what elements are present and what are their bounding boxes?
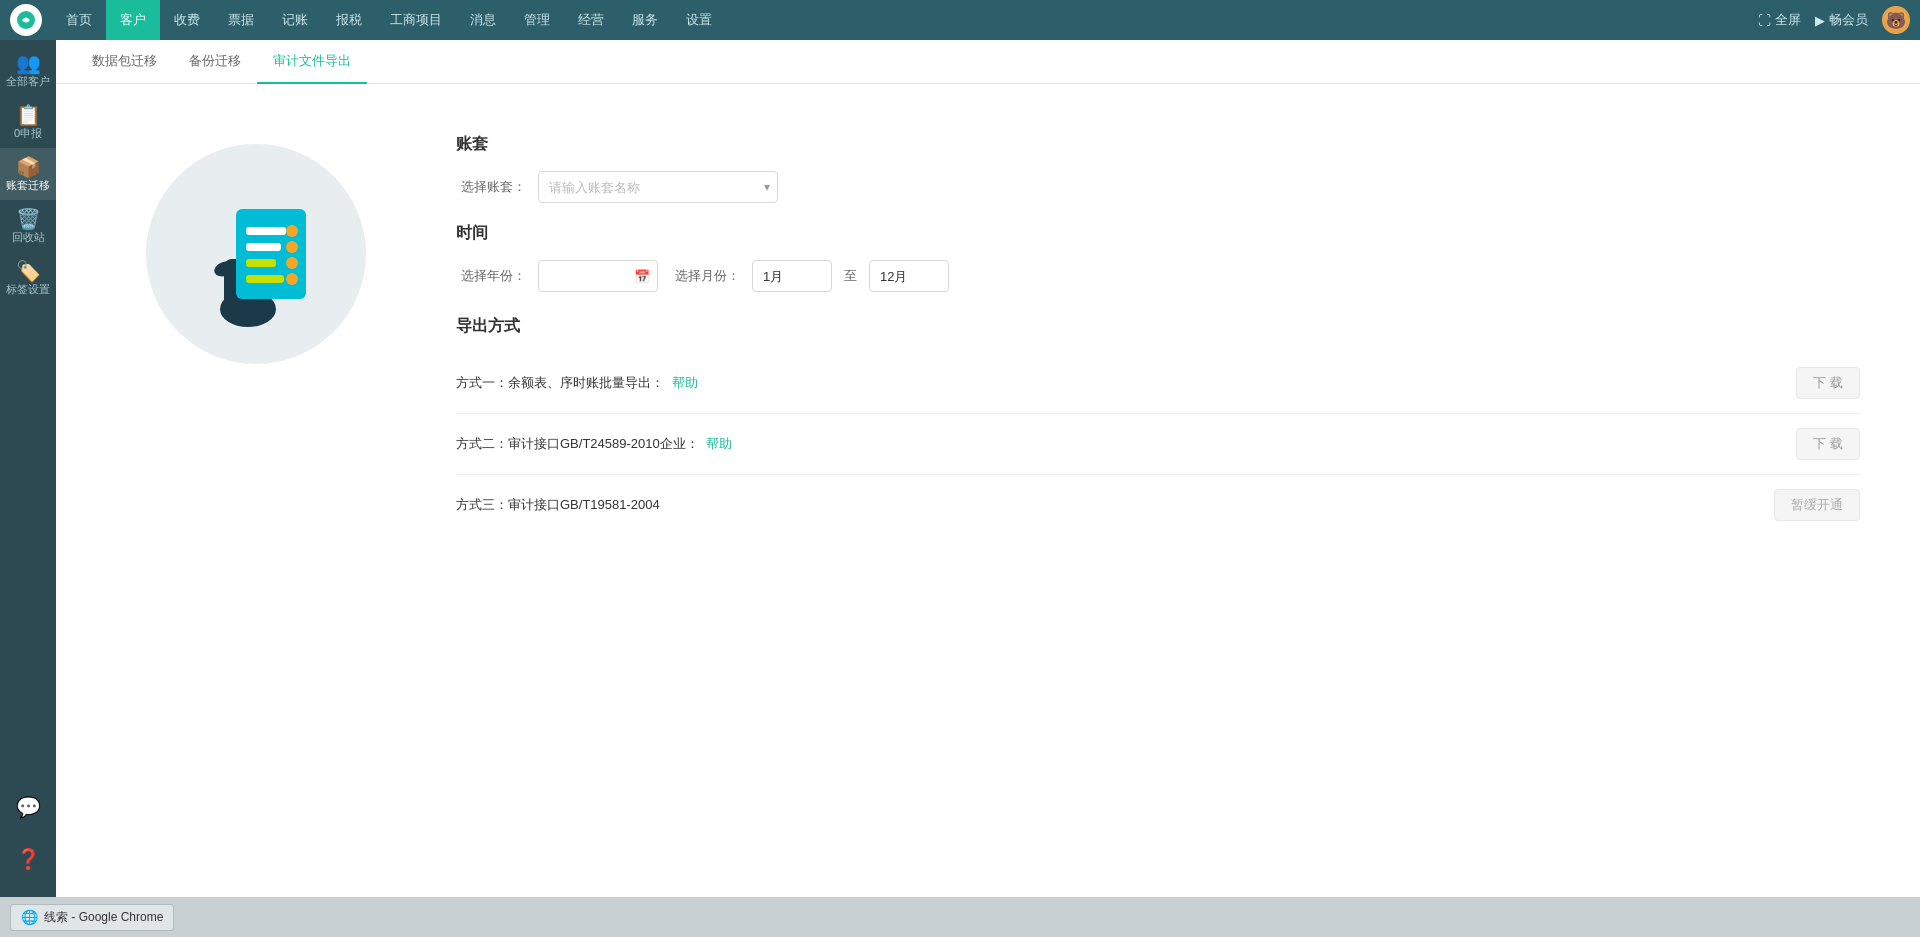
account-section-title: 账套 (456, 134, 1860, 155)
nav-tax[interactable]: 报税 (322, 0, 376, 40)
sidebar-bottom: 💬 ❓ (0, 781, 56, 897)
sidebar-item-recycle[interactable]: 🗑️ 回收站 (0, 200, 56, 252)
method-1-prefix: 方式一：余额表、序时账批量导出： (456, 375, 664, 390)
method-2-help-link[interactable]: 帮助 (706, 436, 732, 451)
svg-rect-6 (246, 243, 281, 251)
method-2-prefix: 方式二：审计接口GB/T24589-2010企业： (456, 436, 699, 451)
chat-icon: 💬 (16, 797, 41, 817)
nav-clients[interactable]: 客户 (106, 0, 160, 40)
method-1-download-button[interactable]: 下 载 (1796, 367, 1860, 399)
svg-rect-7 (246, 259, 276, 267)
sidebar-item-zero-report[interactable]: 📋 0申报 (0, 96, 56, 148)
sidebar-item-account-migration[interactable]: 📦 账套迁移 (0, 148, 56, 200)
app-logo (10, 4, 42, 36)
svg-rect-4 (236, 209, 306, 299)
year-label: 选择年份： (456, 267, 526, 285)
content-area: 数据包迁移 备份迁移 审计文件导出 (56, 40, 1920, 897)
export-method-2: 方式二：审计接口GB/T24589-2010企业： 帮助 下 载 (456, 414, 1860, 475)
tab-data-migration[interactable]: 数据包迁移 (76, 40, 173, 84)
nav-management[interactable]: 管理 (510, 0, 564, 40)
svg-point-9 (286, 225, 298, 237)
taskbar-item-label: 线索 - Google Chrome (44, 909, 163, 926)
member-icon: ▶ (1815, 13, 1825, 28)
main-layout: 👥 全部客户 📋 0申报 📦 账套迁移 🗑️ 回收站 🏷️ 标签设置 💬 ❓ (0, 40, 1920, 897)
top-navigation: 首页 客户 收费 票据 记账 报税 工商项目 消息 管理 经营 服务 设置 ⛶ … (0, 0, 1920, 40)
nav-invoices[interactable]: 票据 (214, 0, 268, 40)
month-end-wrap: 1月2月3月4月 5月6月7月8月 9月10月11月 12月 (869, 260, 949, 292)
clients-icon: 👥 (16, 53, 41, 73)
fullscreen-button[interactable]: ⛶ 全屏 (1758, 11, 1801, 29)
export-section-title: 导出方式 (456, 316, 1860, 337)
method-3-prefix: 方式三：审计接口GB/T19581-2004 (456, 497, 660, 512)
nav-items: 首页 客户 收费 票据 记账 报税 工商项目 消息 管理 经营 服务 设置 (52, 0, 1758, 40)
help-icon: ❓ (16, 849, 41, 869)
fullscreen-icon: ⛶ (1758, 13, 1771, 28)
month-start-wrap: 1月2月3月4月 5月6月7月8月 9月10月11月12月 (752, 260, 832, 292)
svg-point-10 (286, 241, 298, 253)
nav-business[interactable]: 工商项目 (376, 0, 456, 40)
recycle-icon: 🗑️ (16, 209, 41, 229)
avatar[interactable]: 🐻 (1882, 6, 1910, 34)
sidebar-label-all-clients: 全部客户 (6, 76, 50, 87)
time-section-title: 时间 (456, 223, 1860, 244)
nav-fees[interactable]: 收费 (160, 0, 214, 40)
svg-point-11 (286, 257, 298, 269)
export-section: 导出方式 方式一：余额表、序时账批量导出： 帮助 下 载 方式二：审计接口GB/… (456, 316, 1860, 535)
sidebar: 👥 全部客户 📋 0申报 📦 账套迁移 🗑️ 回收站 🏷️ 标签设置 💬 ❓ (0, 40, 56, 897)
sidebar-label-tag-settings: 标签设置 (6, 284, 50, 295)
account-form-row: 选择账套： ▾ (456, 171, 1860, 203)
time-form-row: 选择年份： 2023 📅 选择月份： 1月2月3月4月 5月6月7月8月 9月1… (456, 260, 1860, 292)
account-select-input[interactable] (538, 171, 778, 203)
taskbar-chrome-item[interactable]: 🌐 线索 - Google Chrome (10, 904, 174, 931)
form-area: 账套 选择账套： ▾ 时间 选择年份： 2023 📅 选择月份 (396, 124, 1860, 857)
illustration-circle (146, 144, 366, 364)
method-2-download-button[interactable]: 下 载 (1796, 428, 1860, 460)
account-select-label: 选择账套： (456, 178, 526, 196)
nav-messages[interactable]: 消息 (456, 0, 510, 40)
report-icon: 📋 (16, 105, 41, 125)
method-2-text: 方式二：审计接口GB/T24589-2010企业： 帮助 (456, 435, 732, 453)
tab-backup-migration[interactable]: 备份迁移 (173, 40, 257, 84)
method-1-text: 方式一：余额表、序时账批量导出： 帮助 (456, 374, 698, 392)
svg-point-12 (286, 273, 298, 285)
method-3-text: 方式三：审计接口GB/T19581-2004 (456, 496, 660, 514)
export-method-1: 方式一：余额表、序时账批量导出： 帮助 下 载 (456, 353, 1860, 414)
calendar-icon: 📅 (634, 269, 650, 284)
sidebar-item-chat[interactable]: 💬 (0, 781, 56, 833)
migration-icon: 📦 (16, 157, 41, 177)
method-3-coming-soon-button: 暂缓开通 (1774, 489, 1860, 521)
member-button[interactable]: ▶ 畅会员 (1815, 11, 1868, 29)
svg-rect-5 (246, 227, 286, 235)
nav-right: ⛶ 全屏 ▶ 畅会员 🐻 (1758, 6, 1910, 34)
tab-audit-export[interactable]: 审计文件导出 (257, 40, 367, 84)
illustration-svg (176, 169, 336, 339)
sidebar-label-recycle: 回收站 (12, 232, 45, 243)
svg-rect-8 (246, 275, 284, 283)
month-end-select[interactable]: 1月2月3月4月 5月6月7月8月 9月10月11月 12月 (869, 260, 949, 292)
tag-icon: 🏷️ (16, 261, 41, 281)
nav-accounting[interactable]: 记账 (268, 0, 322, 40)
tab-bar: 数据包迁移 备份迁移 审计文件导出 (56, 40, 1920, 84)
method-1-help-link[interactable]: 帮助 (672, 375, 698, 390)
sidebar-item-all-clients[interactable]: 👥 全部客户 (0, 44, 56, 96)
nav-home[interactable]: 首页 (52, 0, 106, 40)
month-label: 选择月份： (670, 267, 740, 285)
account-input-wrap: ▾ (538, 171, 778, 203)
month-start-select[interactable]: 1月2月3月4月 5月6月7月8月 9月10月11月12月 (752, 260, 832, 292)
nav-operations[interactable]: 经营 (564, 0, 618, 40)
illustration-area (116, 124, 396, 857)
sidebar-item-help[interactable]: ❓ (0, 833, 56, 885)
page-content: 账套 选择账套： ▾ 时间 选择年份： 2023 📅 选择月份 (56, 84, 1920, 897)
export-method-3: 方式三：审计接口GB/T19581-2004 暂缓开通 (456, 475, 1860, 535)
sidebar-item-tag-settings[interactable]: 🏷️ 标签设置 (0, 252, 56, 304)
sidebar-label-zero-report: 0申报 (14, 128, 42, 139)
nav-settings[interactable]: 设置 (672, 0, 726, 40)
nav-services[interactable]: 服务 (618, 0, 672, 40)
year-input-wrap: 2023 📅 (538, 260, 658, 292)
sidebar-label-account-migration: 账套迁移 (6, 180, 50, 191)
to-label: 至 (844, 267, 857, 285)
chrome-icon: 🌐 (21, 909, 38, 925)
taskbar: 🌐 线索 - Google Chrome (0, 897, 1920, 937)
